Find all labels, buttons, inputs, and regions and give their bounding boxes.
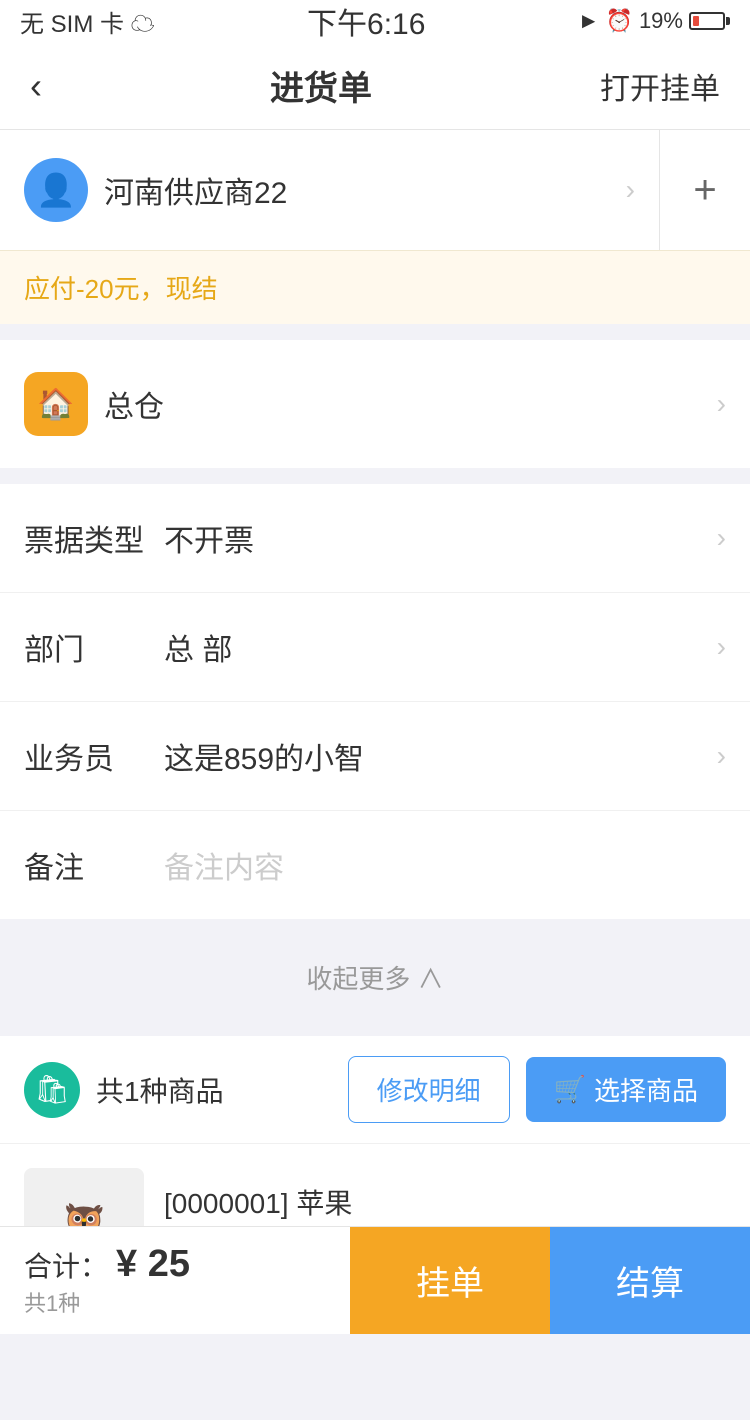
chevron-right-icon: › <box>626 174 635 206</box>
salesman-value: 这是859的小智 <box>164 734 717 778</box>
ticket-value: 不开票 <box>164 516 717 560</box>
sim-status: 无 SIM 卡 ☁ <box>20 4 155 39</box>
status-bar-time: 下午6:16 <box>307 0 425 43</box>
warehouse-icon: 🏠 <box>37 387 74 422</box>
supplier-notice: 应付-20元，现结 <box>0 250 750 324</box>
hang-button[interactable]: 挂单 <box>350 1227 550 1334</box>
status-bar-right: ► ⏰ 19% <box>578 8 730 34</box>
status-bar-left: 无 SIM 卡 ☁ <box>20 4 155 39</box>
page-title: 进货单 <box>270 61 372 110</box>
select-product-label: 选择商品 <box>594 1071 698 1108</box>
form-row-dept[interactable]: 部门 总 部 › <box>0 593 750 702</box>
back-button[interactable]: ‹ <box>30 65 42 107</box>
form-row-remark[interactable]: 备注 备注内容 <box>0 811 750 919</box>
dept-label: 部门 <box>24 625 164 669</box>
open-hang-button[interactable]: 打开挂单 <box>600 64 720 108</box>
salesman-label: 业务员 <box>24 734 164 778</box>
remark-label: 备注 <box>24 843 164 887</box>
product-header: 🛍 共1种商品 修改明细 🛒 选择商品 <box>0 1036 750 1144</box>
warehouse-chevron-icon: › <box>717 388 726 420</box>
supplier-selector[interactable]: 👤 河南供应商22 › <box>0 130 660 250</box>
battery-icon <box>689 12 730 30</box>
location-icon: ► <box>578 8 600 34</box>
supplier-name: 河南供应商22 <box>104 168 610 212</box>
supplier-avatar: 👤 <box>24 158 88 222</box>
supplier-section: 👤 河南供应商22 › + 应付-20元，现结 <box>0 130 750 324</box>
salesman-chevron-icon: › <box>717 740 726 772</box>
battery-percent: 19% <box>639 8 683 34</box>
edit-detail-button[interactable]: 修改明细 <box>348 1056 510 1123</box>
alarm-icon: ⏰ <box>606 8 633 34</box>
select-product-button[interactable]: 🛒 选择商品 <box>526 1057 726 1122</box>
collapse-bar[interactable]: 收起更多 ∧ <box>0 935 750 1020</box>
bag-icon: 🛍 <box>34 1073 70 1106</box>
remark-input[interactable]: 备注内容 <box>164 843 726 887</box>
status-bar: 无 SIM 卡 ☁ 下午6:16 ► ⏰ 19% <box>0 0 750 42</box>
form-section: 票据类型 不开票 › 部门 总 部 › 业务员 这是859的小智 › 备注 备注… <box>0 484 750 919</box>
form-row-ticket[interactable]: 票据类型 不开票 › <box>0 484 750 593</box>
add-supplier-button[interactable]: + <box>660 130 750 250</box>
dept-value: 总 部 <box>164 625 717 669</box>
product-name: [0000001] 苹果 <box>164 1182 654 1222</box>
cart-icon: 🛒 <box>554 1074 586 1105</box>
warehouse-section: 🏠 总仓 › <box>0 340 750 468</box>
form-row-salesman[interactable]: 业务员 这是859的小智 › <box>0 702 750 811</box>
total-amount: ¥ 25 <box>116 1243 190 1286</box>
footer-total-section: 合计： ¥ 25 共1种 <box>0 1227 350 1334</box>
ticket-label: 票据类型 <box>24 516 164 560</box>
product-section-icon: 🛍 <box>24 1062 80 1118</box>
dept-chevron-icon: › <box>717 631 726 663</box>
ticket-chevron-icon: › <box>717 522 726 554</box>
warehouse-row[interactable]: 🏠 总仓 › <box>0 340 750 468</box>
warehouse-name: 总仓 <box>104 382 701 426</box>
warehouse-icon-wrap: 🏠 <box>24 372 88 436</box>
person-icon: 👤 <box>36 171 76 209</box>
footer-count: 共1种 <box>24 1286 326 1318</box>
product-count-label: 共1种商品 <box>96 1070 332 1110</box>
total-label: 合计： <box>24 1245 108 1285</box>
settle-button[interactable]: 结算 <box>550 1227 750 1334</box>
nav-bar: ‹ 进货单 打开挂单 <box>0 42 750 130</box>
footer: 合计： ¥ 25 共1种 挂单 结算 <box>0 1226 750 1334</box>
